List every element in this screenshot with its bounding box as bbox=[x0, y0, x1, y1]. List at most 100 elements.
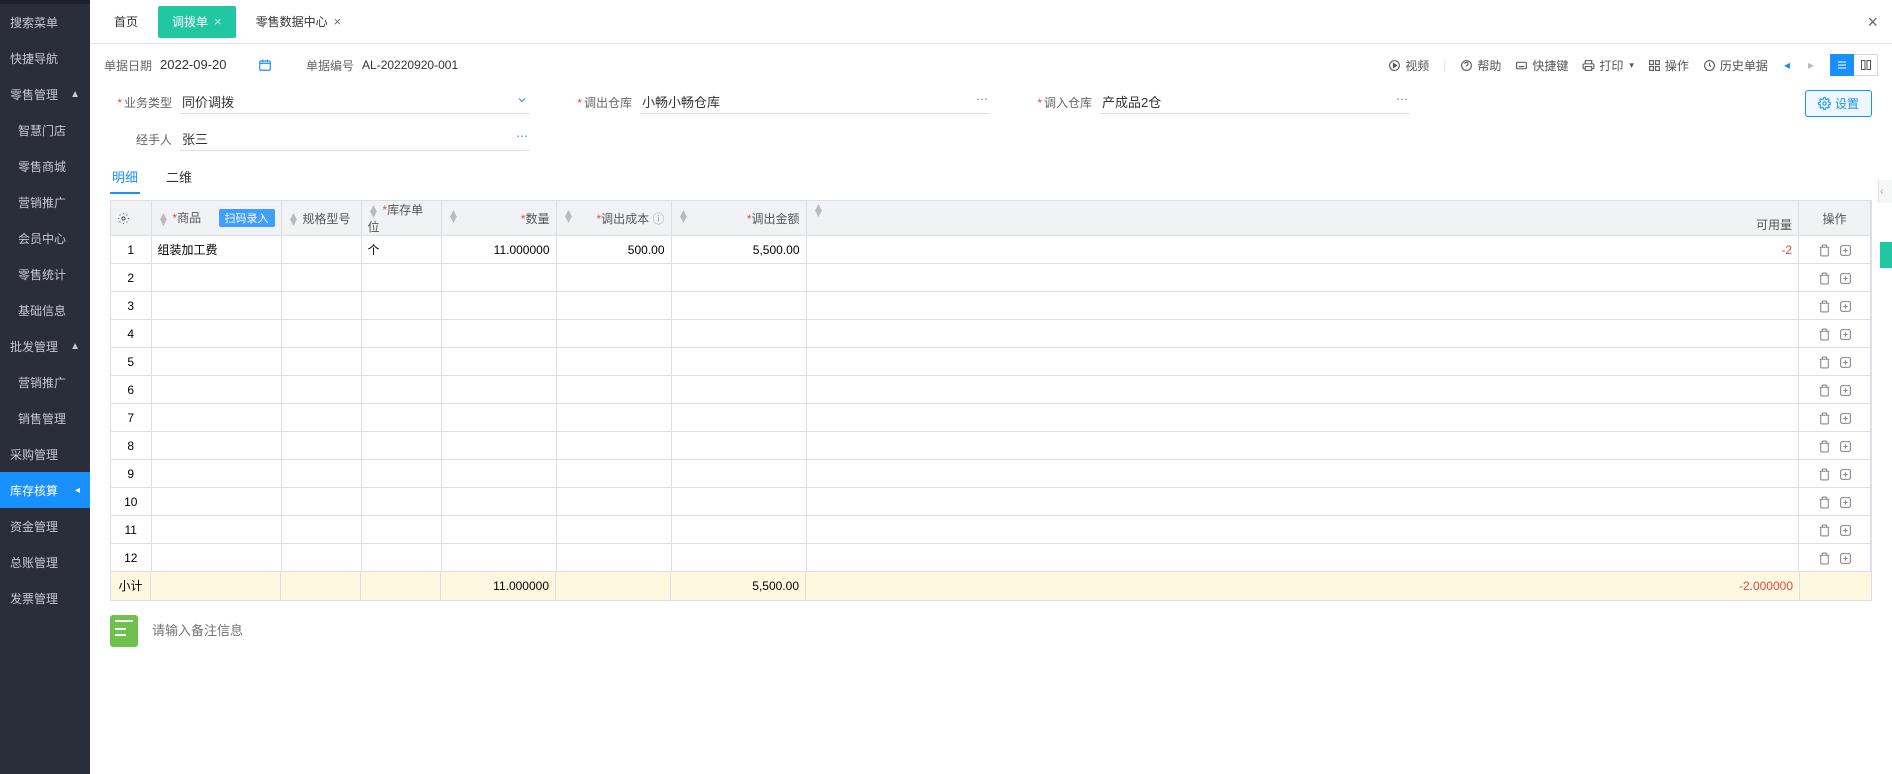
cell-cost[interactable] bbox=[556, 292, 671, 320]
prev-doc-button[interactable]: ◂ bbox=[1782, 58, 1792, 72]
info-icon[interactable]: ⓘ bbox=[652, 212, 664, 226]
cell-unit[interactable] bbox=[361, 320, 441, 348]
scan-input-button[interactable]: 扫码录入 bbox=[219, 209, 275, 227]
delete-row-icon[interactable] bbox=[1818, 382, 1831, 396]
cell-qty[interactable] bbox=[441, 544, 556, 572]
cell-available[interactable] bbox=[806, 544, 1799, 572]
col-header-cost[interactable]: ▲▼*调出成本 ⓘ bbox=[556, 201, 671, 236]
inner-tab-2d[interactable]: 二维 bbox=[164, 161, 194, 194]
delete-row-icon[interactable] bbox=[1818, 494, 1831, 508]
chevron-down-icon[interactable] bbox=[516, 92, 528, 106]
cell-cost[interactable] bbox=[556, 488, 671, 516]
print-button[interactable]: 打印▾ bbox=[1582, 57, 1634, 74]
cell-unit[interactable] bbox=[361, 264, 441, 292]
sidebar-item-search-menu[interactable]: 搜索菜单 bbox=[0, 4, 90, 40]
cell-available[interactable] bbox=[806, 320, 1799, 348]
col-header-available[interactable]: ▲▼可用量 bbox=[806, 201, 1799, 236]
sidebar-item-invoice[interactable]: 发票管理 bbox=[0, 580, 90, 616]
add-row-icon[interactable] bbox=[1839, 242, 1852, 256]
cell-unit[interactable] bbox=[361, 516, 441, 544]
cell-unit[interactable] bbox=[361, 292, 441, 320]
cell-available[interactable] bbox=[806, 264, 1799, 292]
sidebar-item-marketing2[interactable]: 营销推广 bbox=[0, 364, 90, 400]
cell-goods[interactable] bbox=[151, 516, 281, 544]
cell-qty[interactable] bbox=[441, 376, 556, 404]
add-row-icon[interactable] bbox=[1839, 354, 1852, 368]
delete-row-icon[interactable] bbox=[1818, 410, 1831, 424]
cell-unit[interactable] bbox=[361, 488, 441, 516]
cell-available[interactable] bbox=[806, 292, 1799, 320]
cell-amount[interactable] bbox=[671, 544, 806, 572]
tab-retail-data-center[interactable]: 零售数据中心× bbox=[242, 6, 356, 38]
cell-spec[interactable] bbox=[281, 348, 361, 376]
cell-spec[interactable] bbox=[281, 264, 361, 292]
cell-qty[interactable] bbox=[441, 292, 556, 320]
cell-cost[interactable] bbox=[556, 376, 671, 404]
close-icon[interactable]: × bbox=[214, 14, 222, 29]
tab-home[interactable]: 首页 bbox=[100, 6, 152, 38]
table-row[interactable]: 9 bbox=[111, 460, 1871, 488]
cell-goods[interactable]: 组装加工费 bbox=[151, 236, 281, 264]
cell-unit[interactable] bbox=[361, 404, 441, 432]
sidebar-item-smart-store[interactable]: 智慧门店 bbox=[0, 112, 90, 148]
sidebar-item-retail-manage[interactable]: 零售管理▲ bbox=[0, 76, 90, 112]
help-button[interactable]: 帮助 bbox=[1460, 57, 1501, 74]
cell-amount[interactable] bbox=[671, 348, 806, 376]
cell-goods[interactable] bbox=[151, 544, 281, 572]
table-settings-button[interactable] bbox=[111, 201, 151, 236]
more-icon[interactable]: ⋯ bbox=[516, 129, 528, 143]
cell-qty[interactable] bbox=[441, 432, 556, 460]
cell-spec[interactable] bbox=[281, 292, 361, 320]
cell-qty[interactable] bbox=[441, 348, 556, 376]
col-header-unit[interactable]: ▲▼*库存单位 bbox=[361, 201, 441, 236]
view-grid-button[interactable] bbox=[1854, 54, 1878, 76]
cell-goods[interactable] bbox=[151, 264, 281, 292]
cell-unit[interactable] bbox=[361, 432, 441, 460]
cell-available[interactable] bbox=[806, 348, 1799, 376]
cell-unit[interactable]: 个 bbox=[361, 236, 441, 264]
table-row[interactable]: 7 bbox=[111, 404, 1871, 432]
cell-spec[interactable] bbox=[281, 488, 361, 516]
delete-row-icon[interactable] bbox=[1818, 550, 1831, 564]
col-header-amount[interactable]: ▲▼*调出金额 bbox=[671, 201, 806, 236]
add-row-icon[interactable] bbox=[1839, 438, 1852, 452]
sidebar-item-sales-manage[interactable]: 销售管理 bbox=[0, 400, 90, 436]
cell-amount[interactable] bbox=[671, 432, 806, 460]
cell-amount[interactable]: 5,500.00 bbox=[671, 236, 806, 264]
table-row[interactable]: 10 bbox=[111, 488, 1871, 516]
remark-input[interactable] bbox=[152, 623, 1872, 638]
next-doc-button[interactable]: ▸ bbox=[1806, 58, 1816, 72]
cell-goods[interactable] bbox=[151, 376, 281, 404]
add-row-icon[interactable] bbox=[1839, 494, 1852, 508]
cell-cost[interactable] bbox=[556, 320, 671, 348]
cell-available[interactable] bbox=[806, 376, 1799, 404]
col-header-qty[interactable]: ▲▼*数量 bbox=[441, 201, 556, 236]
table-row[interactable]: 2 bbox=[111, 264, 1871, 292]
cell-qty[interactable] bbox=[441, 404, 556, 432]
right-rail-handle[interactable]: ‹ bbox=[1878, 180, 1892, 203]
cell-cost[interactable] bbox=[556, 516, 671, 544]
delete-row-icon[interactable] bbox=[1818, 298, 1831, 312]
cell-goods[interactable] bbox=[151, 460, 281, 488]
table-row[interactable]: 8 bbox=[111, 432, 1871, 460]
cell-spec[interactable] bbox=[281, 320, 361, 348]
close-icon[interactable]: × bbox=[334, 14, 342, 29]
cell-amount[interactable] bbox=[671, 404, 806, 432]
table-row[interactable]: 12 bbox=[111, 544, 1871, 572]
cell-available[interactable] bbox=[806, 516, 1799, 544]
delete-row-icon[interactable] bbox=[1818, 354, 1831, 368]
cell-spec[interactable] bbox=[281, 460, 361, 488]
add-row-icon[interactable] bbox=[1839, 326, 1852, 340]
cell-goods[interactable] bbox=[151, 432, 281, 460]
cell-available[interactable] bbox=[806, 460, 1799, 488]
delete-row-icon[interactable] bbox=[1818, 438, 1831, 452]
cell-available[interactable] bbox=[806, 432, 1799, 460]
doc-date-input[interactable] bbox=[160, 57, 250, 73]
history-button[interactable]: 历史单据 bbox=[1703, 57, 1768, 74]
in-wh-input[interactable] bbox=[1100, 90, 1410, 114]
cell-amount[interactable] bbox=[671, 264, 806, 292]
cell-amount[interactable] bbox=[671, 292, 806, 320]
table-row[interactable]: 11 bbox=[111, 516, 1871, 544]
sidebar-item-wholesale[interactable]: 批发管理▲ bbox=[0, 328, 90, 364]
add-row-icon[interactable] bbox=[1839, 522, 1852, 536]
